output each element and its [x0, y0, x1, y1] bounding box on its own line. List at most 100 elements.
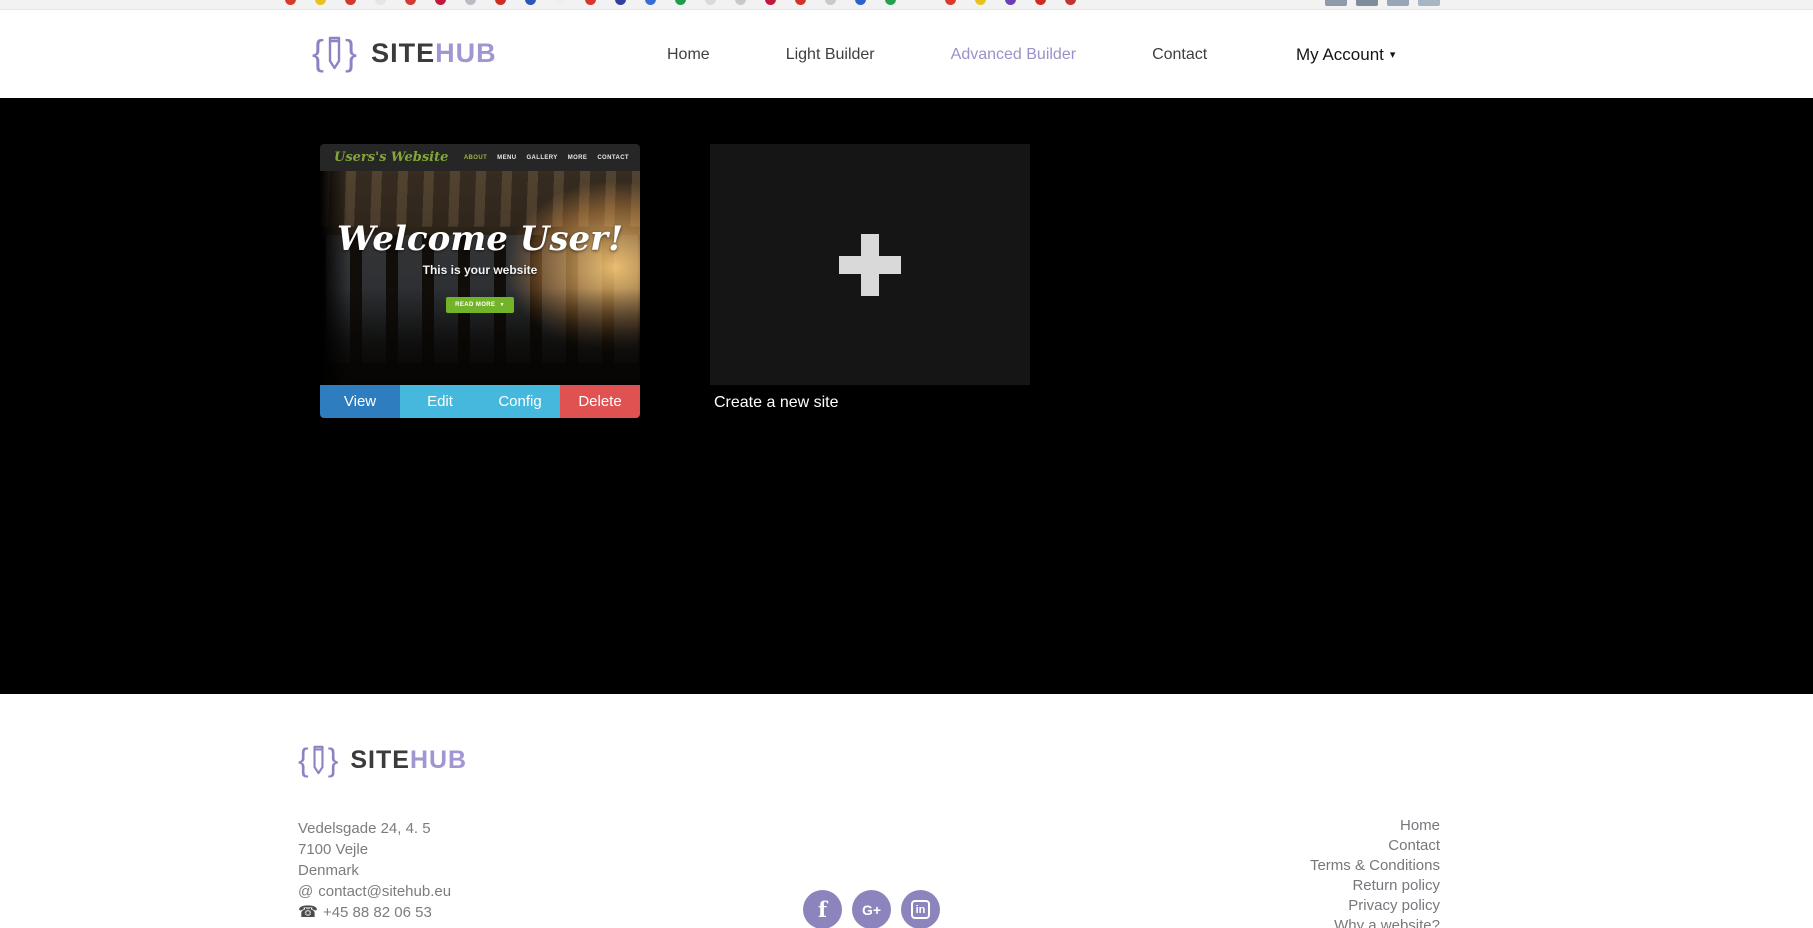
bookmark-favicon — [945, 0, 956, 5]
logo-brace-right: } — [327, 742, 339, 778]
bookmark-favicon — [495, 0, 506, 5]
bookmark-favicon — [1005, 0, 1016, 5]
bookmark-favicon — [675, 0, 686, 5]
site-footer: { } SITEHUB Vedelsgade 24, 4. 5 7100 Vejl… — [0, 694, 1813, 928]
footer-email-text: contact@sitehub.eu — [318, 883, 452, 900]
read-more-button[interactable]: READ MORE ▼ — [446, 297, 514, 313]
address-line: 7100 Vejle — [298, 841, 369, 858]
linkedin-icon[interactable]: in — [901, 890, 940, 928]
address-line: Denmark — [298, 862, 359, 879]
bookmark-favicon — [645, 0, 656, 5]
bookmark-favicon — [615, 0, 626, 5]
linkedin-glyph: in — [911, 900, 930, 919]
pencil-icon — [313, 745, 324, 775]
footer-logo[interactable]: { } SITEHUB — [298, 744, 467, 776]
bookmark-favicon — [1065, 0, 1076, 5]
preview-nav-gallery[interactable]: GALLERY — [526, 155, 557, 161]
footer-email[interactable]: @ contact@sitehub.eu — [298, 881, 451, 902]
logo-part-site: SITE — [371, 37, 436, 68]
bookmark-favicon — [585, 0, 596, 5]
logo-part-hub: HUB — [409, 745, 468, 774]
bookmark-favicon — [315, 0, 326, 5]
footer-link-home[interactable]: Home — [1310, 816, 1440, 836]
at-sign-icon: @ — [298, 883, 314, 900]
phone-icon: ☎ — [298, 904, 318, 921]
tab-fragments — [1325, 0, 1440, 6]
view-button[interactable]: View — [320, 385, 400, 418]
logo-part-site: SITE — [350, 745, 410, 774]
bookmark-favicon — [405, 0, 416, 5]
footer-link-terms-conditions[interactable]: Terms & Conditions — [1310, 856, 1440, 876]
bookmark-favicon — [825, 0, 836, 5]
preview-nav-contact[interactable]: CONTACT — [597, 155, 629, 161]
favicon-row — [285, 0, 1076, 5]
caret-down-icon: ▼ — [499, 302, 505, 308]
google-plus-icon[interactable]: G+ — [852, 890, 891, 928]
create-site-card[interactable] — [710, 144, 1030, 385]
bookmark-favicon — [435, 0, 446, 5]
edit-button[interactable]: Edit — [400, 385, 480, 418]
nav-item-contact[interactable]: Contact — [1152, 46, 1207, 64]
logo-brace-left: { — [312, 32, 325, 73]
footer-phone[interactable]: ☎ +45 88 82 06 53 — [298, 902, 451, 923]
site-preview-navbar: Users's Website ABOUT MENU GALLERY MORE CONT… — [320, 144, 640, 171]
bookmark-favicon — [735, 0, 746, 5]
create-site-section: Create a new site — [710, 144, 1030, 412]
facebook-icon[interactable]: f — [803, 890, 842, 928]
bookmark-favicon — [285, 0, 296, 5]
site-preview-title: Users's Website — [334, 150, 449, 165]
browser-bookmarks-bar — [0, 0, 1813, 10]
site-card-actions: View Edit Config Delete — [320, 385, 640, 418]
tab-fragment — [1418, 0, 1440, 6]
my-account-menu[interactable]: My Account ▾ — [1296, 11, 1395, 98]
bookmark-favicon — [555, 0, 566, 5]
footer-links: Home Contact Terms & Conditions Return poli… — [1310, 816, 1440, 928]
tab-fragment — [1325, 0, 1347, 6]
nav-item-home[interactable]: Home — [667, 46, 710, 64]
logo-brace-left: { — [298, 742, 309, 778]
site-preview-hero-title: Welcome User! — [336, 219, 624, 259]
footer-link-why-a-website[interactable]: Why a website? — [1310, 916, 1440, 928]
site-preview-image[interactable]: Welcome User! This is your website READ … — [320, 171, 640, 385]
tab-fragment — [1356, 0, 1378, 6]
bookmark-favicon — [1035, 0, 1046, 5]
preview-nav-menu[interactable]: MENU — [497, 155, 516, 161]
footer-link-return-policy[interactable]: Return policy — [1310, 876, 1440, 896]
site-card: Users's Website ABOUT MENU GALLERY MORE CONT… — [320, 144, 640, 418]
site-header: { } SITEHUB Home Light Builder Advanced Bu… — [0, 11, 1813, 98]
bookmark-favicon — [465, 0, 476, 5]
delete-button[interactable]: Delete — [560, 385, 640, 418]
logo-brace-right: } — [345, 32, 358, 73]
nav-item-light-builder[interactable]: Light Builder — [786, 46, 875, 64]
site-preview-hero-subtitle: This is your website — [422, 263, 538, 277]
create-site-label[interactable]: Create a new site — [714, 394, 1030, 412]
caret-down-icon: ▾ — [1389, 49, 1396, 61]
bookmark-favicon — [855, 0, 866, 5]
bookmark-favicon — [705, 0, 716, 5]
footer-link-privacy-policy[interactable]: Privacy policy — [1310, 896, 1440, 916]
sites-dashboard: Users's Website ABOUT MENU GALLERY MORE CONT… — [0, 98, 1813, 694]
preview-nav-more[interactable]: MORE — [568, 155, 588, 161]
logo-wordmark: SITEHUB — [350, 746, 467, 775]
footer-social-icons: f G+ in — [803, 890, 940, 928]
bookmark-favicon — [915, 0, 926, 5]
address-line: Vedelsgade 24, 4. 5 — [298, 820, 431, 837]
nav-item-advanced-builder[interactable]: Advanced Builder — [951, 46, 1076, 64]
config-button[interactable]: Config — [480, 385, 560, 418]
preview-nav-about[interactable]: ABOUT — [464, 155, 487, 161]
bookmark-favicon — [375, 0, 386, 5]
plus-icon — [839, 233, 901, 296]
tab-fragment — [1387, 0, 1409, 6]
sitehub-logo[interactable]: { } SITEHUB — [312, 35, 497, 71]
footer-phone-text: +45 88 82 06 53 — [322, 904, 432, 921]
facebook-glyph: f — [817, 897, 828, 922]
bookmark-favicon — [525, 0, 536, 5]
my-account-label: My Account — [1296, 44, 1384, 64]
bookmark-favicon — [885, 0, 896, 5]
google-plus-glyph: G+ — [861, 901, 882, 918]
site-preview-nav: ABOUT MENU GALLERY MORE CONTACT — [464, 155, 629, 161]
page: { } SITEHUB Home Light Builder Advanced Bu… — [0, 0, 1813, 928]
footer-link-contact[interactable]: Contact — [1310, 836, 1440, 856]
bookmark-favicon — [765, 0, 776, 5]
main-navigation: Home Light Builder Advanced Builder Contact — [667, 11, 1207, 98]
